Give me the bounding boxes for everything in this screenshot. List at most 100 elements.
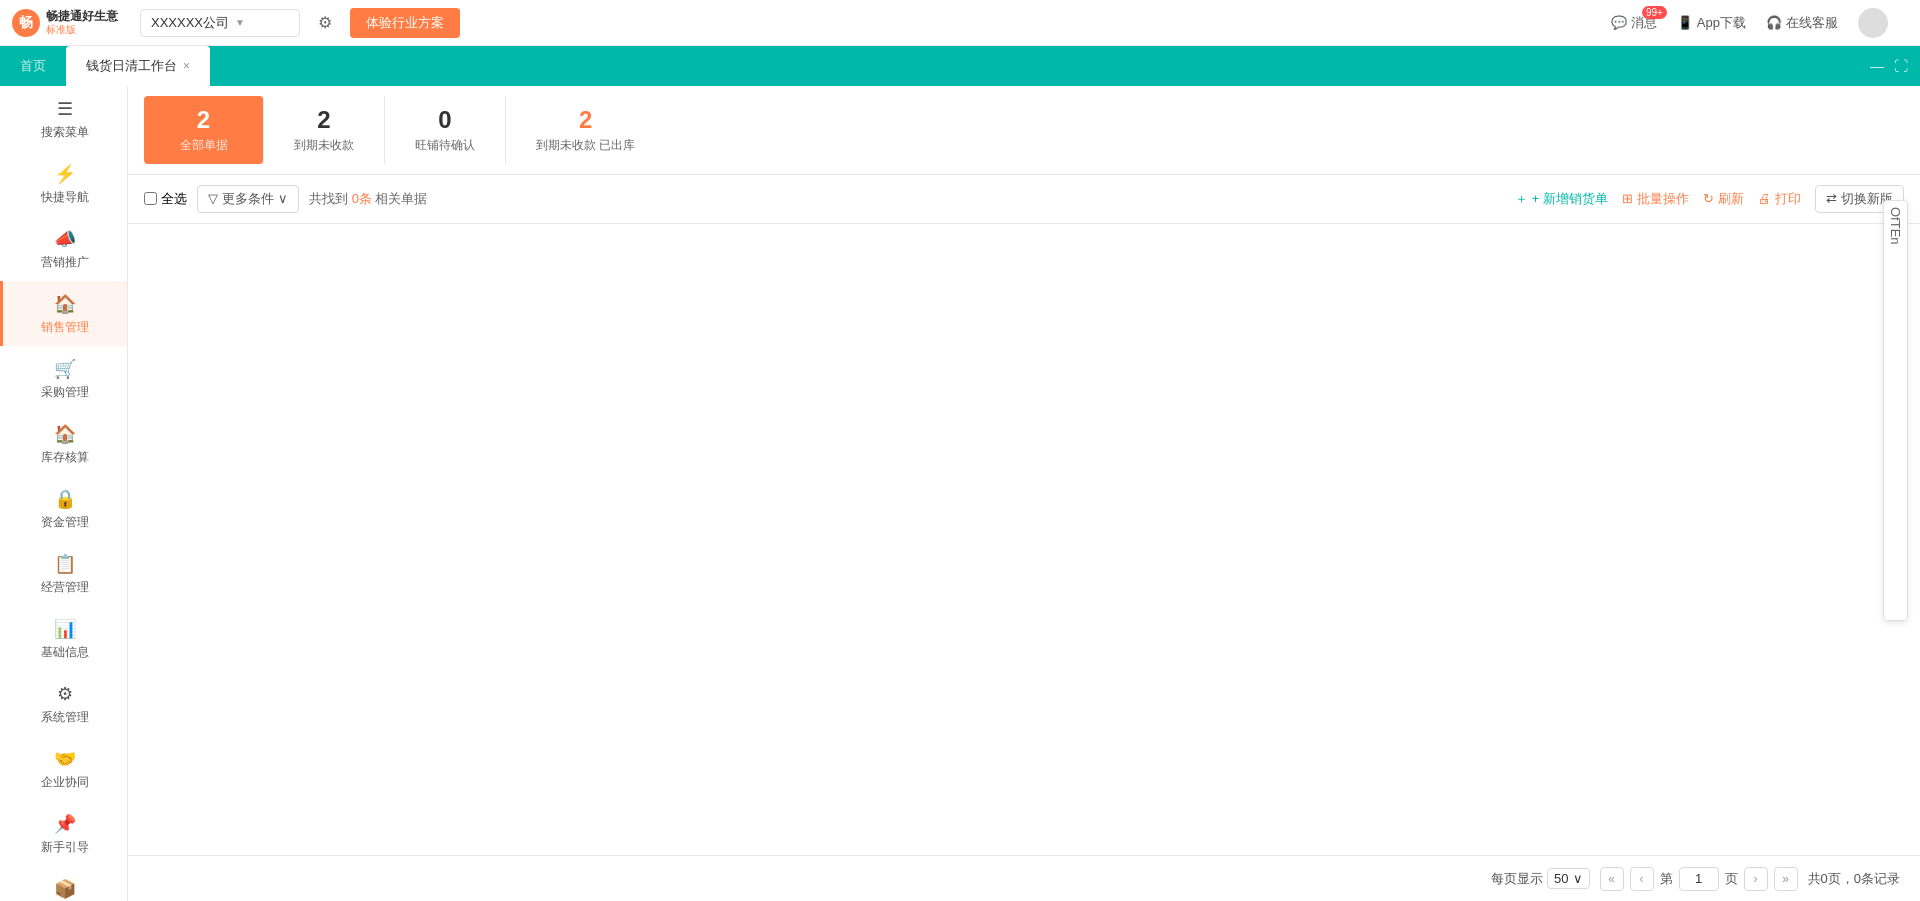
stat-label-shipped: 到期未收款 已出库 xyxy=(536,137,635,154)
sidebar-item-purchase[interactable]: 🛒 采购管理 xyxy=(0,346,127,411)
sidebar-label-purchase: 采购管理 xyxy=(41,384,89,401)
inventory-icon: 🏠 xyxy=(54,423,76,445)
experience-btn[interactable]: 体验行业方案 xyxy=(350,8,460,38)
header-right: 💬 消息 99+ 📱 App下载 🎧 在线客服 xyxy=(1611,8,1908,38)
batch-btn[interactable]: ⊞ 批量操作 xyxy=(1622,190,1689,208)
stat-number-pending: 0 xyxy=(438,106,451,135)
logo-area: 畅 畅捷通好生意 标准版 xyxy=(12,9,140,37)
tab-home[interactable]: 首页 xyxy=(0,46,66,86)
quick-nav-icon: ⚡ xyxy=(54,163,76,185)
logo-title: 畅捷通好生意 xyxy=(46,9,118,23)
page-label: 第 xyxy=(1660,870,1673,888)
tab-minimize-icon[interactable]: — xyxy=(1870,58,1884,74)
sidebar-item-operations[interactable]: 📋 经营管理 xyxy=(0,541,127,606)
app-download-action[interactable]: 📱 App下载 xyxy=(1677,14,1746,32)
page-size-dropdown[interactable]: 50 ∨ xyxy=(1547,868,1589,889)
system-icon: ⚙ xyxy=(57,683,73,705)
stats-row: 2 全部单据 2 到期未收款 0 旺铺待确认 2 到期未收款 已出库 xyxy=(128,86,1920,175)
guide-icon: 📌 xyxy=(54,813,76,835)
sidebar-item-base-info[interactable]: 📊 基础信息 xyxy=(0,606,127,671)
sidebar-label-inventory: 库存核算 xyxy=(41,449,89,466)
refresh-btn[interactable]: ↻ 刷新 xyxy=(1703,190,1744,208)
content-area: 2 全部单据 2 到期未收款 0 旺铺待确认 2 到期未收款 已出库 全选 xyxy=(128,86,1920,901)
add-icon: ＋ xyxy=(1515,190,1528,208)
sidebar-label-base-info: 基础信息 xyxy=(41,644,89,661)
tab-active[interactable]: 钱货日清工作台 × xyxy=(66,46,210,86)
app-download-label: App下载 xyxy=(1697,14,1746,32)
stat-number-overdue: 2 xyxy=(317,106,330,135)
select-all-label: 全选 xyxy=(161,190,187,208)
page-size-select: 每页显示 50 ∨ xyxy=(1491,868,1589,889)
tab-bar-actions: — ⛶ xyxy=(1870,58,1920,74)
app-download-icon: 📱 xyxy=(1677,15,1693,30)
sidebar-item-guide[interactable]: 📌 新手引导 xyxy=(0,801,127,866)
sidebar: ☰ 搜索菜单 ⚡ 快捷导航 📣 营销推广 🏠 销售管理 🛒 采购管理 🏠 库存核… xyxy=(0,86,128,901)
stat-card-shipped[interactable]: 2 到期未收款 已出库 xyxy=(506,96,665,164)
sidebar-label-quick-nav: 快捷导航 xyxy=(41,189,89,206)
refresh-label: 刷新 xyxy=(1718,190,1744,208)
message-action[interactable]: 💬 消息 99+ xyxy=(1611,14,1657,32)
company-selector[interactable]: XXXXXX公司 ▼ xyxy=(140,9,300,37)
stat-card-overdue[interactable]: 2 到期未收款 xyxy=(264,96,385,164)
marketing-icon: 📣 xyxy=(54,228,76,250)
search-menu-icon: ☰ xyxy=(57,98,73,120)
logo-subtitle: 标准版 xyxy=(46,24,118,36)
sidebar-item-system[interactable]: ⚙ 系统管理 xyxy=(0,671,127,736)
stat-card-pending[interactable]: 0 旺铺待确认 xyxy=(385,96,506,164)
per-page-label: 每页显示 xyxy=(1491,870,1543,888)
filter-icon: ▽ xyxy=(208,191,218,206)
finance-icon: 🔒 xyxy=(54,488,76,510)
message-icon: 💬 xyxy=(1611,15,1627,30)
stat-label-all: 全部单据 xyxy=(180,137,228,154)
found-count: 0条 xyxy=(352,191,372,206)
sidebar-item-marketing[interactable]: 📣 营销推广 xyxy=(0,216,127,281)
next-page-btn[interactable]: › xyxy=(1744,867,1768,891)
add-label: + 新增销货单 xyxy=(1532,190,1608,208)
print-btn[interactable]: 🖨 打印 xyxy=(1758,190,1801,208)
sidebar-item-inventory[interactable]: 🏠 库存核算 xyxy=(0,411,127,476)
online-support-label: 在线客服 xyxy=(1786,14,1838,32)
logo-text: 畅捷通好生意 标准版 xyxy=(46,9,118,35)
found-suffix: 相关单据 xyxy=(375,191,427,206)
filter-chevron-icon: ∨ xyxy=(278,191,288,206)
sidebar-label-enterprise: 企业协同 xyxy=(41,774,89,791)
main-layout: ☰ 搜索菜单 ⚡ 快捷导航 📣 营销推广 🏠 销售管理 🛒 采购管理 🏠 库存核… xyxy=(0,86,1920,901)
found-prefix: 共找到 xyxy=(309,191,348,206)
operations-icon: 📋 xyxy=(54,553,76,575)
last-page-btn[interactable]: » xyxy=(1774,867,1798,891)
page-input[interactable] xyxy=(1679,867,1719,891)
batch-icon: ⊞ xyxy=(1622,191,1633,206)
page-size-value: 50 xyxy=(1554,871,1568,886)
sidebar-item-search-menu[interactable]: ☰ 搜索菜单 xyxy=(0,86,127,151)
online-support-action[interactable]: 🎧 在线客服 xyxy=(1766,14,1838,32)
filter-btn[interactable]: ▽ 更多条件 ∨ xyxy=(197,185,299,213)
often-label: OfTEn xyxy=(1883,200,1908,621)
page-suffix: 页 xyxy=(1725,870,1738,888)
settings-icon[interactable]: ⚙ xyxy=(310,8,340,38)
sidebar-item-app-center[interactable]: 📦 应用中心 xyxy=(0,866,127,901)
select-all-checkbox[interactable]: 全选 xyxy=(144,190,187,208)
sidebar-label-guide: 新手引导 xyxy=(41,839,89,856)
user-avatar[interactable] xyxy=(1858,8,1888,38)
add-sale-btn[interactable]: ＋ + 新增销货单 xyxy=(1515,190,1608,208)
select-all-input[interactable] xyxy=(144,192,157,205)
batch-label: 批量操作 xyxy=(1637,190,1689,208)
stat-number-shipped: 2 xyxy=(579,106,592,135)
first-page-btn[interactable]: « xyxy=(1600,867,1624,891)
stat-number-all: 2 xyxy=(197,106,210,135)
table-area xyxy=(128,224,1920,855)
sidebar-item-finance[interactable]: 🔒 资金管理 xyxy=(0,476,127,541)
sidebar-label-sales: 销售管理 xyxy=(41,319,89,336)
tab-maximize-icon[interactable]: ⛶ xyxy=(1894,58,1908,74)
sidebar-label-marketing: 营销推广 xyxy=(41,254,89,271)
prev-page-btn[interactable]: ‹ xyxy=(1630,867,1654,891)
stat-label-overdue: 到期未收款 xyxy=(294,137,354,154)
sidebar-item-enterprise[interactable]: 🤝 企业协同 xyxy=(0,736,127,801)
toolbar-right: ＋ + 新增销货单 ⊞ 批量操作 ↻ 刷新 🖨 打印 ⇄ 切换新版 xyxy=(1515,185,1904,213)
sidebar-item-sales[interactable]: 🏠 销售管理 xyxy=(0,281,127,346)
sidebar-item-quick-nav[interactable]: ⚡ 快捷导航 xyxy=(0,151,127,216)
close-tab-icon[interactable]: × xyxy=(183,59,190,73)
print-icon: 🖨 xyxy=(1758,191,1771,206)
stat-card-all[interactable]: 2 全部单据 xyxy=(144,96,264,164)
page-nav: « ‹ 第 页 › » xyxy=(1600,867,1798,891)
